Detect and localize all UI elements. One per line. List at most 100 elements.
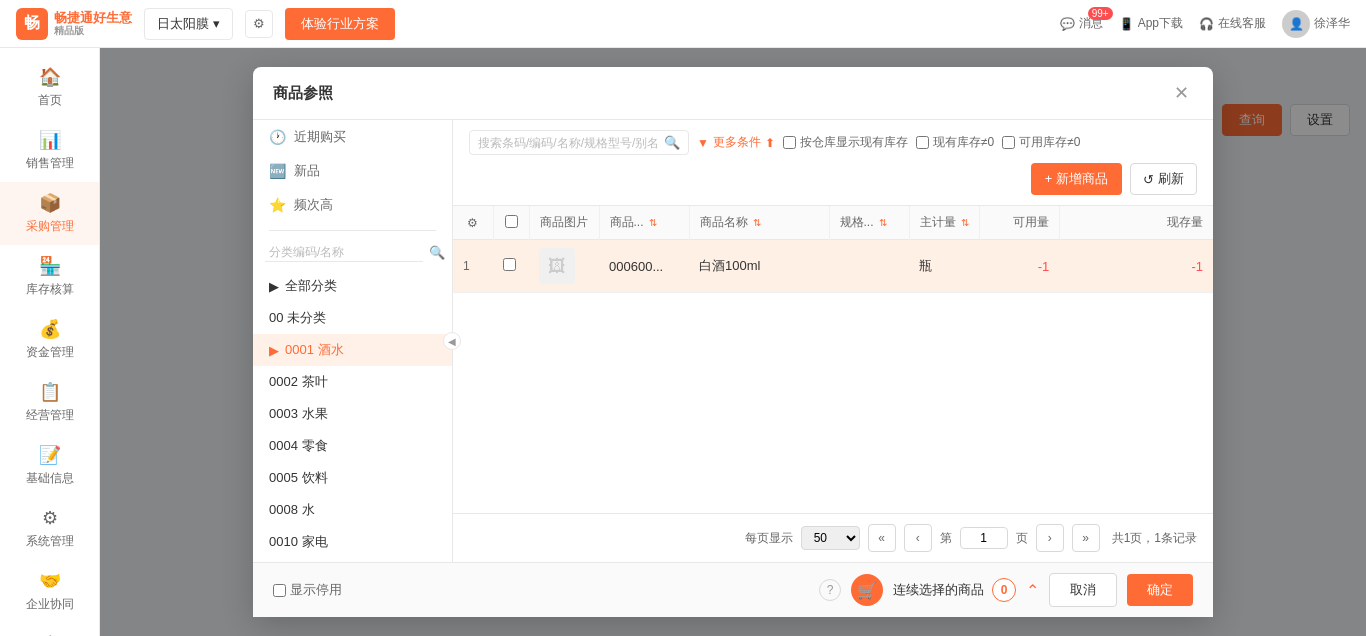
sidebar-item-basic-info[interactable]: 📝 基础信息 [0,434,99,497]
show-disabled-checkbox[interactable]: 显示停用 [273,581,342,599]
td-stock: -1 [1059,240,1213,293]
page-size-select[interactable]: 50 100 [801,526,860,550]
app-download-nav-item[interactable]: 📱 App下载 [1119,15,1183,32]
category-item-0010[interactable]: 0010 家电 [253,526,452,558]
goods-search-icon[interactable]: 🔍 [664,135,680,150]
sidebar-item-guide[interactable]: 🎓 新手引导 [0,623,99,636]
goods-search-input[interactable] [478,136,660,150]
category-search-input[interactable] [265,243,423,262]
refresh-button[interactable]: ↺ 刷新 [1130,163,1197,195]
logo: 畅 畅捷通好生意 精品版 [16,8,132,40]
row-checkbox[interactable] [503,258,516,271]
search-icon[interactable]: 🔍 [429,245,445,260]
cart-button[interactable]: 🛒 [851,574,883,606]
page-number-input[interactable] [960,527,1008,549]
home-icon: 🏠 [39,66,61,88]
settings-icon[interactable]: ⚙ [245,10,273,38]
category-item-00[interactable]: 00 未分类 [253,302,452,334]
last-page-button[interactable]: » [1072,524,1100,552]
th-unit: 主计量 ⇅ [909,206,979,240]
sidebar-item-operation[interactable]: 📋 经营管理 [0,371,99,434]
table-header: ⚙ 商品图片 商品... [453,206,1213,240]
avail-ne0-check-input[interactable] [1002,136,1015,149]
collapse-selected-button[interactable]: ⌃ [1026,581,1039,600]
sidebar-item-purchase[interactable]: 📦 采购管理 [0,182,99,245]
confirm-button[interactable]: 确定 [1127,574,1193,606]
online-service-nav-item[interactable]: 🎧 在线客服 [1199,15,1266,32]
messages-nav-item[interactable]: 💬 消息 99+ [1060,15,1103,32]
goods-table-wrap: ⚙ 商品图片 商品... [453,206,1213,513]
purchase-icon: 📦 [39,192,61,214]
sidebar-item-sales[interactable]: 📊 销售管理 [0,119,99,182]
recent-purchase-tab[interactable]: 🕐 近期购买 [253,120,452,154]
show-disabled-check-input[interactable] [273,584,286,597]
toolbar-right: + 新增商品 ↺ 刷新 [1031,163,1197,195]
modal-close-button[interactable]: ✕ [1169,81,1193,105]
cancel-button[interactable]: 取消 [1049,573,1117,607]
category-label-00: 00 未分类 [269,309,326,327]
sidebar-item-system[interactable]: ⚙ 系统管理 [0,497,99,560]
warehouse-display-check-input[interactable] [783,136,796,149]
first-page-button[interactable]: « [868,524,896,552]
table-row[interactable]: 1 🖼 00 [453,240,1213,293]
category-item-0003[interactable]: 0003 水果 [253,398,452,430]
table-body: 1 🖼 00 [453,240,1213,293]
sidebar-item-inventory[interactable]: 🏪 库存核算 [0,245,99,308]
td-row-num: 1 [453,240,493,293]
star-icon: ⭐ [269,197,286,213]
nav-right: 💬 消息 99+ 📱 App下载 🎧 在线客服 👤 徐泽华 [1060,10,1350,38]
prev-page-button[interactable]: ‹ [904,524,932,552]
modal-body: ◀ 🕐 近期购买 🆕 新品 [253,120,1213,562]
th-settings[interactable]: ⚙ [453,206,493,240]
trial-button[interactable]: 体验行业方案 [285,8,395,40]
td-available: -1 [979,240,1059,293]
next-page-button[interactable]: › [1036,524,1064,552]
td-code: 000600... [599,240,689,293]
system-icon: ⚙ [42,507,58,529]
th-name: 商品名称 ⇅ [689,206,829,240]
modal-overlay: 商品参照 ✕ ◀ 🕐 近期购买 [100,48,1366,636]
inventory-icon: 🏪 [39,255,61,277]
category-label-0005: 0005 饮料 [269,469,328,487]
sort-spec-icon[interactable]: ⇅ [879,217,887,228]
new-products-tab[interactable]: 🆕 新品 [253,154,452,188]
td-image: 🖼 [529,240,599,293]
help-button[interactable]: ? [819,579,841,601]
enterprise-icon: 🤝 [39,570,61,592]
sidebar-item-home[interactable]: 🏠 首页 [0,56,99,119]
filter-arrow-icon: ⬆ [765,136,775,150]
user-avatar-nav-item[interactable]: 👤 徐泽华 [1282,10,1350,38]
sidebar-item-enterprise[interactable]: 🤝 企业协同 [0,560,99,623]
sort-name-icon[interactable]: ⇅ [753,217,761,228]
footer-right: ? 🛒 连续选择的商品 0 ⌃ 取消 确定 [819,573,1193,607]
branch-dropdown[interactable]: 日太阳膜 ▾ [144,8,233,40]
select-all-checkbox[interactable] [505,215,518,228]
add-goods-button[interactable]: + 新增商品 [1031,163,1122,195]
stock-ne0-check-input[interactable] [916,136,929,149]
collapse-panel-button[interactable]: ◀ [443,332,461,350]
category-item-0005[interactable]: 0005 饮料 [253,462,452,494]
avatar: 👤 [1282,10,1310,38]
sort-unit-icon[interactable]: ⇅ [961,217,969,228]
category-item-0001[interactable]: ▶ 0001 酒水 [253,334,452,366]
goods-reference-modal: 商品参照 ✕ ◀ 🕐 近期购买 [253,67,1213,617]
chevron-down-icon: ▾ [213,16,220,31]
avail-ne0-checkbox[interactable]: 可用库存≠0 [1002,134,1080,151]
category-item-0008[interactable]: 0008 水 [253,494,452,526]
selected-count-badge: 0 [992,578,1016,602]
category-item-0004[interactable]: 0004 零食 [253,430,452,462]
sort-code-icon[interactable]: ⇅ [649,217,657,228]
refresh-icon: ↺ [1143,172,1154,187]
sidebar-item-finance[interactable]: 💰 资金管理 [0,308,99,371]
frequent-tab[interactable]: ⭐ 频次高 [253,188,452,222]
navbar: 畅 畅捷通好生意 精品版 日太阳膜 ▾ ⚙ 体验行业方案 💬 消息 99+ 📱 … [0,0,1366,48]
selected-items-info: 连续选择的商品 0 [893,578,1016,602]
category-item-0002[interactable]: 0002 茶叶 [253,366,452,398]
stock-ne0-checkbox[interactable]: 现有库存≠0 [916,134,994,151]
warehouse-display-checkbox[interactable]: 按仓库显示现有库存 [783,134,908,151]
more-filter-button[interactable]: ▼ 更多条件 ⬆ [697,134,775,151]
main-content: 查询 设置 商品参照 ✕ ◀ [100,48,1366,636]
category-all[interactable]: ▶ 全部分类 [253,270,452,302]
category-list: ▶ 全部分类 00 未分类 ▶ 0001 酒水 0002 茶 [253,266,452,562]
basic-info-icon: 📝 [39,444,61,466]
